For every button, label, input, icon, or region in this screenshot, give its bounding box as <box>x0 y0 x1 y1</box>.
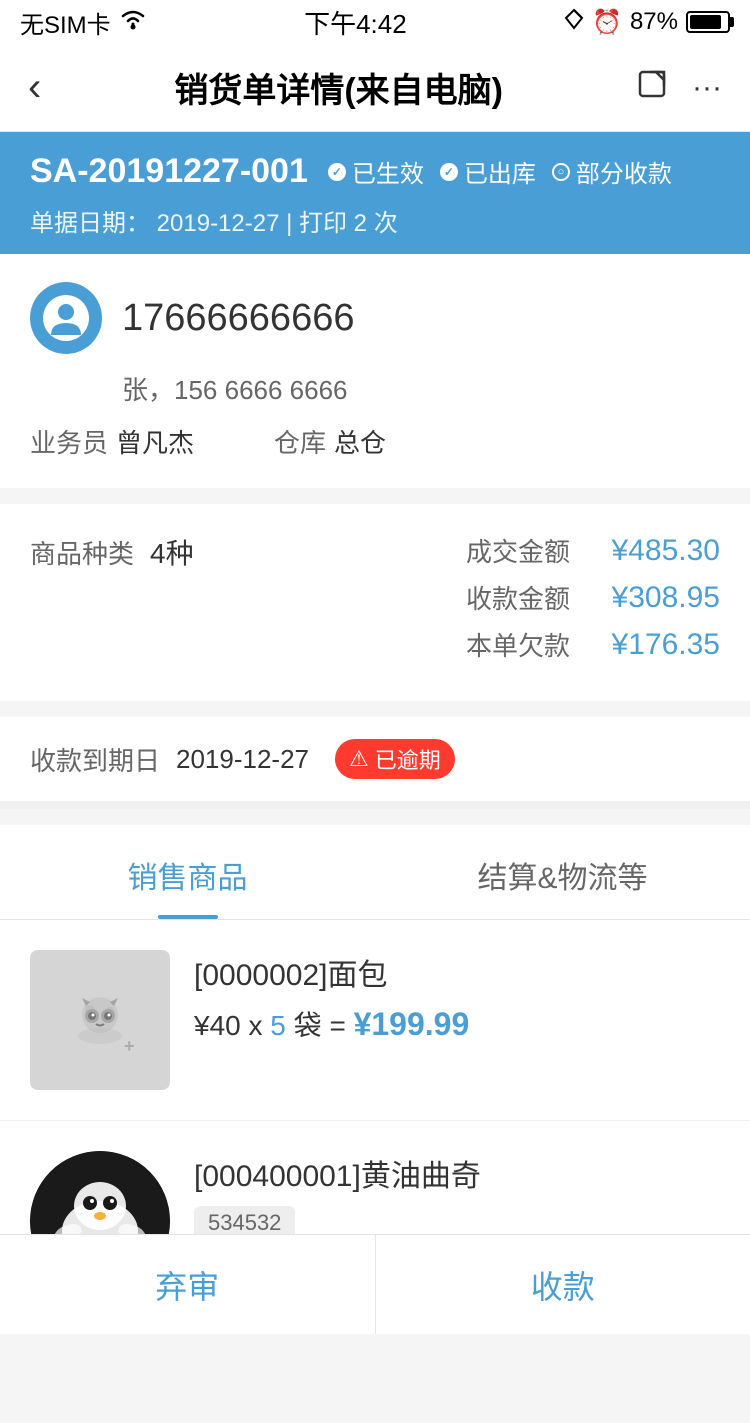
due-label: 收款到期日 <box>30 741 160 778</box>
wifi-icon <box>119 8 147 37</box>
status-left: 无SIM卡 <box>20 5 147 40</box>
avatar-person-icon <box>43 295 89 341</box>
tab-sales-products[interactable]: 销售商品 <box>0 825 375 919</box>
customer-sub: 张，156 6666 6666 <box>30 370 720 407</box>
deal-amount-row: 成交金额 ¥485.30 <box>375 532 720 569</box>
owed-value: ¥176.35 <box>590 628 720 662</box>
salesperson-label: 业务员 <box>30 423 108 460</box>
battery-percent: 87% <box>630 8 678 36</box>
customer-section: 17666666666 张，156 6666 6666 业务员 曾凡杰 仓库 总… <box>0 254 750 488</box>
product-types-count: 4种 <box>150 532 194 572</box>
customer-name: 17666666666 <box>122 297 354 340</box>
carrier-label: 无SIM卡 <box>20 5 111 40</box>
received-value: ¥308.95 <box>590 581 720 615</box>
product-name-cookies: [000400001]黄油曲奇 <box>194 1151 720 1195</box>
product-image-bread: + <box>30 950 170 1090</box>
customer-meta: 业务员 曾凡杰 仓库 总仓 <box>30 423 720 460</box>
status-right: ⏰ 87% <box>564 8 730 37</box>
nav-right: ··· <box>636 68 722 108</box>
collect-payment-button[interactable]: 收款 <box>376 1235 750 1334</box>
received-label: 收款金额 <box>466 579 570 616</box>
status-time: 下午4:42 <box>304 4 407 41</box>
status-tags: 已生效 已出库 ○ 部分收款 <box>328 154 672 189</box>
deal-amount-label: 成交金额 <box>466 532 570 569</box>
due-date-section: 收款到期日 2019-12-27 ⚠ 已逾期 <box>0 717 750 809</box>
owed-label: 本单欠款 <box>466 626 570 663</box>
alarm-icon: ⏰ <box>592 8 622 37</box>
received-row: 收款金额 ¥308.95 <box>375 579 720 616</box>
banner-top: SA-20191227-001 已生效 已出库 ○ 部分收款 <box>30 152 720 191</box>
summary-left: 商品种类 4种 <box>30 532 375 576</box>
effective-check-icon <box>328 163 346 181</box>
salesperson-value: 曾凡杰 <box>116 423 194 460</box>
warehouse-item: 仓库 总仓 <box>274 423 386 460</box>
due-date-value: 2019-12-27 <box>176 744 309 775</box>
deal-amount-value: ¥485.30 <box>590 534 720 568</box>
banner-subtitle: 单据日期： 2019-12-27 | 打印 2 次 <box>30 203 720 238</box>
product-name-bread: [0000002]面包 <box>194 950 720 994</box>
product-total-bread: ¥199.99 <box>354 1006 470 1042</box>
owed-row: 本单欠款 ¥176.35 <box>375 626 720 663</box>
summary-section: 商品种类 4种 成交金额 ¥485.30 收款金额 ¥308.95 本单欠款 ¥… <box>0 504 750 701</box>
status-bar: 无SIM卡 下午4:42 ⏰ 87% <box>0 0 750 44</box>
nav-bar: ‹ 销货单详情(来自电脑) ··· <box>0 44 750 132</box>
summary-right: 成交金额 ¥485.30 收款金额 ¥308.95 本单欠款 ¥176.35 <box>375 532 720 673</box>
back-button[interactable]: ‹ <box>28 65 41 110</box>
warehouse-label: 仓库 <box>274 423 326 460</box>
cancel-review-button[interactable]: 弃审 <box>0 1235 376 1334</box>
nav-left: ‹ <box>28 65 41 110</box>
bread-image-placeholder: + <box>30 950 170 1090</box>
status-shipped: 已出库 <box>440 154 536 189</box>
customer-row: 17666666666 <box>30 282 720 354</box>
battery-icon <box>686 11 730 33</box>
shipped-check-icon <box>440 163 458 181</box>
location-icon <box>564 8 584 37</box>
product-price-bread: ¥40 x 5 袋 = ¥199.99 <box>194 1004 720 1044</box>
overdue-warning-icon: ⚠ <box>349 746 369 772</box>
tab-settlement-logistics[interactable]: 结算&物流等 <box>375 825 750 919</box>
overdue-badge: ⚠ 已逾期 <box>335 739 455 779</box>
product-info-bread: [0000002]面包 ¥40 x 5 袋 = ¥199.99 <box>194 950 720 1044</box>
avatar <box>30 282 102 354</box>
bottom-bar: 弃审 收款 <box>0 1234 750 1334</box>
svg-text:+: + <box>124 1036 135 1056</box>
status-partial: ○ 部分收款 <box>552 154 672 189</box>
share-icon[interactable] <box>636 68 668 108</box>
tabs-section: 销售商品 结算&物流等 <box>0 825 750 920</box>
more-icon[interactable]: ··· <box>692 71 722 105</box>
product-qty-bread: 5 <box>270 1010 286 1041</box>
salesperson-item: 业务员 曾凡杰 <box>30 423 194 460</box>
page-title: 销货单详情(来自电脑) <box>174 63 503 112</box>
product-types-label: 商品种类 <box>30 534 134 571</box>
status-effective: 已生效 <box>328 154 424 189</box>
header-banner: SA-20191227-001 已生效 已出库 ○ 部分收款 单据日期： 201… <box>0 132 750 254</box>
product-item: + [0000002]面包 ¥40 x 5 袋 = ¥199.99 <box>0 920 750 1121</box>
product-types-item: 商品种类 4种 <box>30 532 375 572</box>
partial-clock-icon: ○ <box>552 163 570 181</box>
warehouse-value: 总仓 <box>334 423 386 460</box>
order-number: SA-20191227-001 <box>30 152 308 191</box>
